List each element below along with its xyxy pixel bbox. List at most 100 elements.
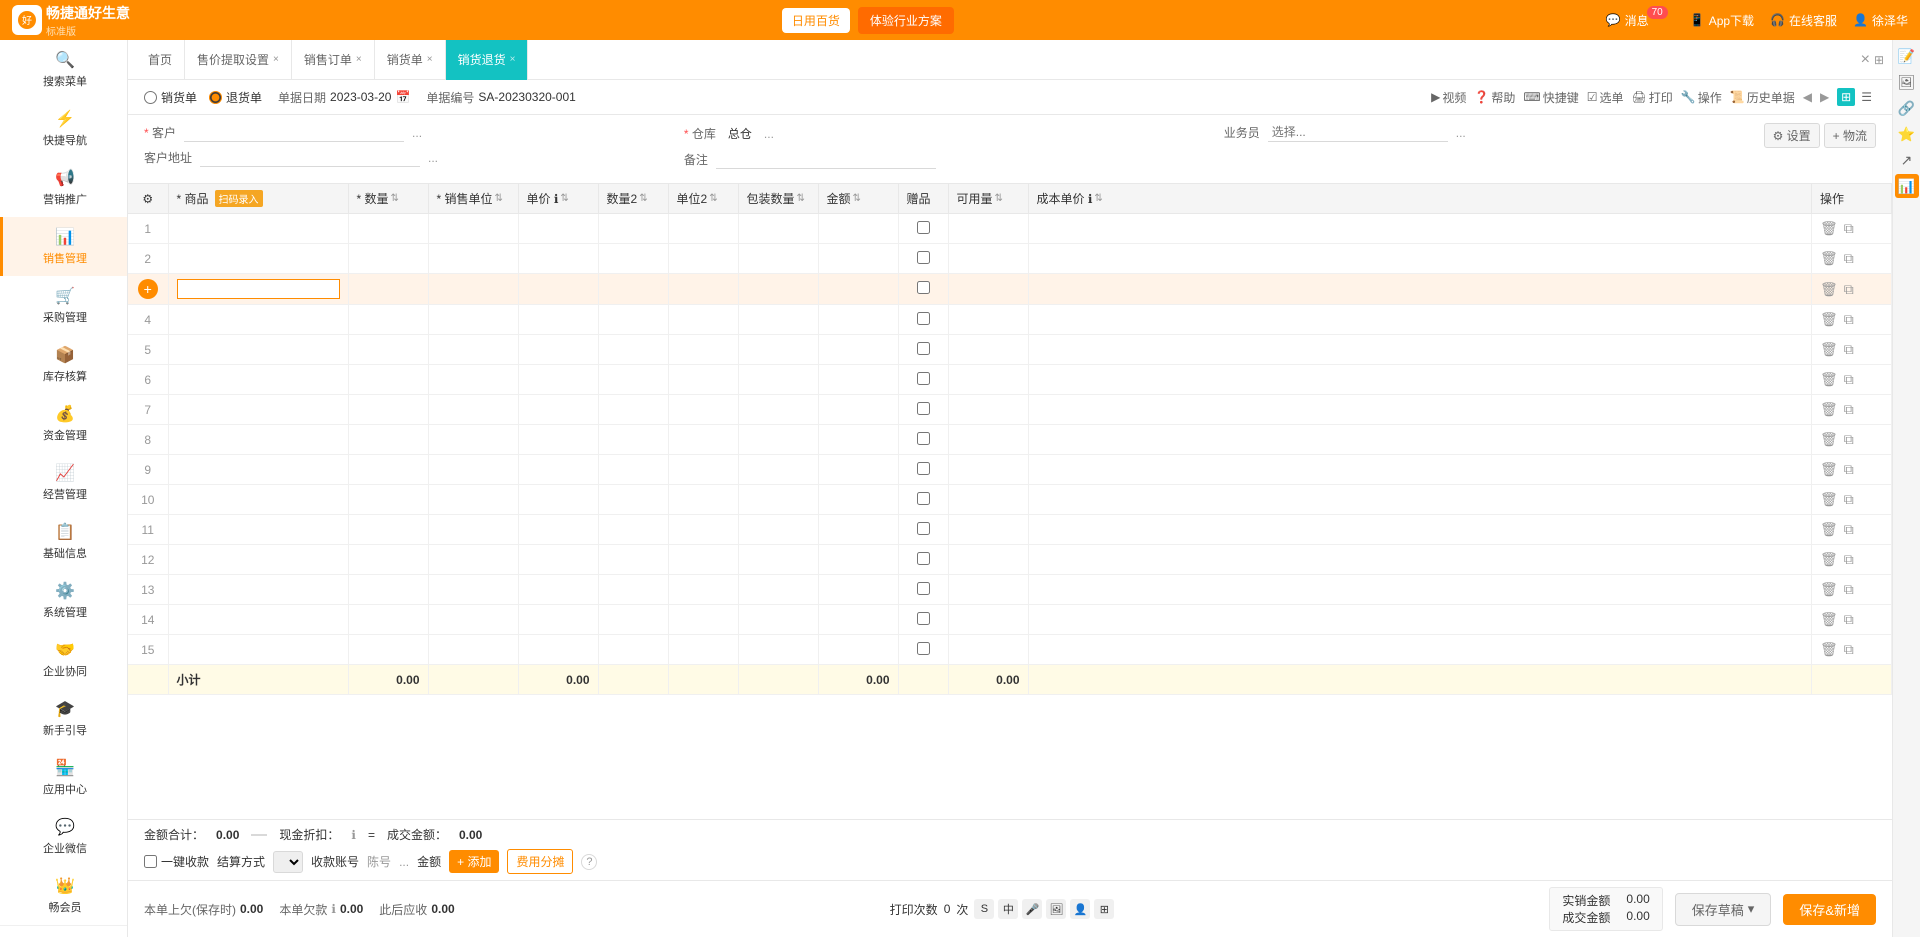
close-sales-return-btn[interactable]: × [510,54,516,65]
online-service-btn[interactable]: 🎧 在线客服 [1770,12,1837,29]
delete-row-12-btn[interactable]: 🗑 [1820,551,1838,568]
sidebar-item-newbie[interactable]: 🎓 新手引导 [0,689,127,748]
product-cell-2[interactable] [168,244,348,274]
sidebar-item-enterprise[interactable]: 🤝 企业协同 [0,630,127,689]
delete-row-15-btn[interactable]: 🗑 [1820,641,1838,658]
delete-row-1-btn[interactable]: 🗑 [1820,220,1838,237]
history-action-btn[interactable]: 📜 历史单据 [1730,89,1795,106]
copy-row-14-btn[interactable]: ⧉ [1844,611,1854,628]
copy-row-15-btn[interactable]: ⧉ [1844,641,1854,658]
col-settings-header[interactable]: ⚙ [128,184,168,214]
ime-zh-icon[interactable]: 中 [998,899,1018,919]
sidebar-item-shortcut[interactable]: ⚡ 快捷导航 [0,99,127,158]
grid-view-btn[interactable]: ⊞ [1837,88,1855,106]
shortcut-action-btn[interactable]: ⌨ 快捷键 [1523,89,1578,106]
address-select-btn[interactable]: ... [428,151,438,165]
pack-qty-sort-icon[interactable]: ⇅ [797,193,805,204]
delete-row-14-btn[interactable]: 🗑 [1820,611,1838,628]
sidebar-item-sales[interactable]: 📊 销售管理 [0,217,127,276]
calendar-icon[interactable]: 📅 [395,90,410,104]
sidebar-item-basic[interactable]: 📋 基础信息 [0,512,127,571]
radio-return[interactable]: 退货单 [209,89,262,106]
close-sales-delivery-btn[interactable]: × [427,54,433,65]
sidebar-item-appstore[interactable]: 🏪 应用中心 [0,748,127,807]
help-action-btn[interactable]: ❓ 帮助 [1474,89,1515,106]
quantity2-cell-2[interactable] [598,244,668,274]
unit2-cell-1[interactable] [668,214,738,244]
customer-input[interactable] [184,123,404,142]
unit-price-sort-icon[interactable]: ⇅ [560,193,568,204]
delete-row-13-btn[interactable]: 🗑 [1820,581,1838,598]
ime-grid-icon[interactable]: ⊞ [1094,899,1114,919]
help-circle-icon[interactable]: ℹ [351,828,356,842]
customer-select-btn[interactable]: ... [412,126,422,140]
prev-record-btn[interactable]: ◀ [1803,90,1812,104]
message-btn[interactable]: 💬 消息 70 [1606,12,1674,29]
product-cell-3[interactable] [168,274,348,305]
sidebar-item-marketing[interactable]: 📢 营销推广 [0,158,127,217]
delete-row-5-btn[interactable]: 🗑 [1820,341,1838,358]
ime-mic-icon[interactable]: 🎤 [1022,899,1042,919]
quantity-cell-2[interactable] [348,244,428,274]
save-new-btn[interactable]: 保存&新增 [1783,894,1876,925]
sales-unit-cell-3[interactable] [428,274,518,305]
gift-cell-3[interactable] [898,274,948,305]
unit2-cell-3[interactable] [668,274,738,305]
save-draft-btn[interactable]: 保存草稿 ▾ [1675,893,1772,926]
cost-price-sort-icon[interactable]: ⇅ [1094,193,1102,204]
tab-close-all-btn[interactable]: × [1861,51,1870,69]
close-sale-price-settings-btn[interactable]: × [273,54,279,65]
copy-row-10-btn[interactable]: ⧉ [1844,491,1854,508]
pack-qty-cell-2[interactable] [738,244,818,274]
delete-row-4-btn[interactable]: 🗑 [1820,311,1838,328]
scan-badge[interactable]: 扫码录入 [215,190,263,207]
ime-img-icon[interactable]: 🖼 [1046,899,1066,919]
sidebar-item-operation[interactable]: 📈 经营管理 [0,453,127,512]
pack-qty-cell-3[interactable] [738,274,818,305]
copy-row-9-btn[interactable]: ⧉ [1844,461,1854,478]
owe-info-icon[interactable]: ℹ [331,902,336,916]
delete-row-11-btn[interactable]: 🗑 [1820,521,1838,538]
delete-row-6-btn[interactable]: 🗑 [1820,371,1838,388]
next-record-btn[interactable]: ▶ [1820,90,1829,104]
ime-s-icon[interactable]: S [974,899,994,919]
quantity-cell-3[interactable] [348,274,428,305]
cost-price-cell-2[interactable] [1028,244,1812,274]
product-input-3[interactable] [177,279,340,299]
right-panel-note-btn[interactable]: 📝 [1895,44,1919,68]
amount-cell-2[interactable] [818,244,898,274]
amount-sort-icon[interactable]: ⇅ [853,193,861,204]
notes-input[interactable] [716,150,936,169]
copy-row-4-btn[interactable]: ⧉ [1844,311,1854,328]
sidebar-item-purchase[interactable]: 🛒 采购管理 [0,276,127,335]
help-icon[interactable]: ? [581,854,597,870]
gift-cell-1[interactable] [898,214,948,244]
delete-row-8-btn[interactable]: 🗑 [1820,431,1838,448]
delete-row-2-btn[interactable]: 🗑 [1820,250,1838,267]
unit-price-cell-1[interactable] [518,214,598,244]
available-cell-3[interactable] [948,274,1028,305]
amount-cell-1[interactable] [818,214,898,244]
daily-goods-btn[interactable]: 日用百货 [782,8,850,33]
gift-cell-2[interactable] [898,244,948,274]
tab-sales-order[interactable]: 销售订单 × [292,40,375,80]
delete-row-3-btn[interactable]: 🗑 [1820,281,1838,298]
quantity-sort-icon[interactable]: ⇅ [391,193,399,204]
tab-expand-btn[interactable]: ⊞ [1874,53,1884,67]
add-payment-btn[interactable]: + 添加 [449,850,499,873]
pack-qty-cell-1[interactable] [738,214,818,244]
right-panel-share-btn[interactable]: ↗ [1895,148,1919,172]
sidebar-item-system[interactable]: ⚙️ 系统管理 [0,571,127,630]
sales-unit-cell-2[interactable] [428,244,518,274]
copy-row-3-btn[interactable]: ⧉ [1844,281,1854,298]
available-cell-2[interactable] [948,244,1028,274]
expense-split-btn[interactable]: 费用分摊 [507,849,573,874]
sidebar-item-inventory[interactable]: 📦 库存核算 [0,335,127,394]
copy-row-6-btn[interactable]: ⧉ [1844,371,1854,388]
list-view-btn[interactable]: ☰ [1857,88,1876,106]
sidebar-item-member[interactable]: 👑 畅会员 [0,866,127,925]
quantity2-cell-1[interactable] [598,214,668,244]
one-click-payment-checkbox[interactable]: 一键收款 [144,853,209,870]
sales-unit-cell-1[interactable] [428,214,518,244]
salesperson-input[interactable] [1268,123,1448,142]
